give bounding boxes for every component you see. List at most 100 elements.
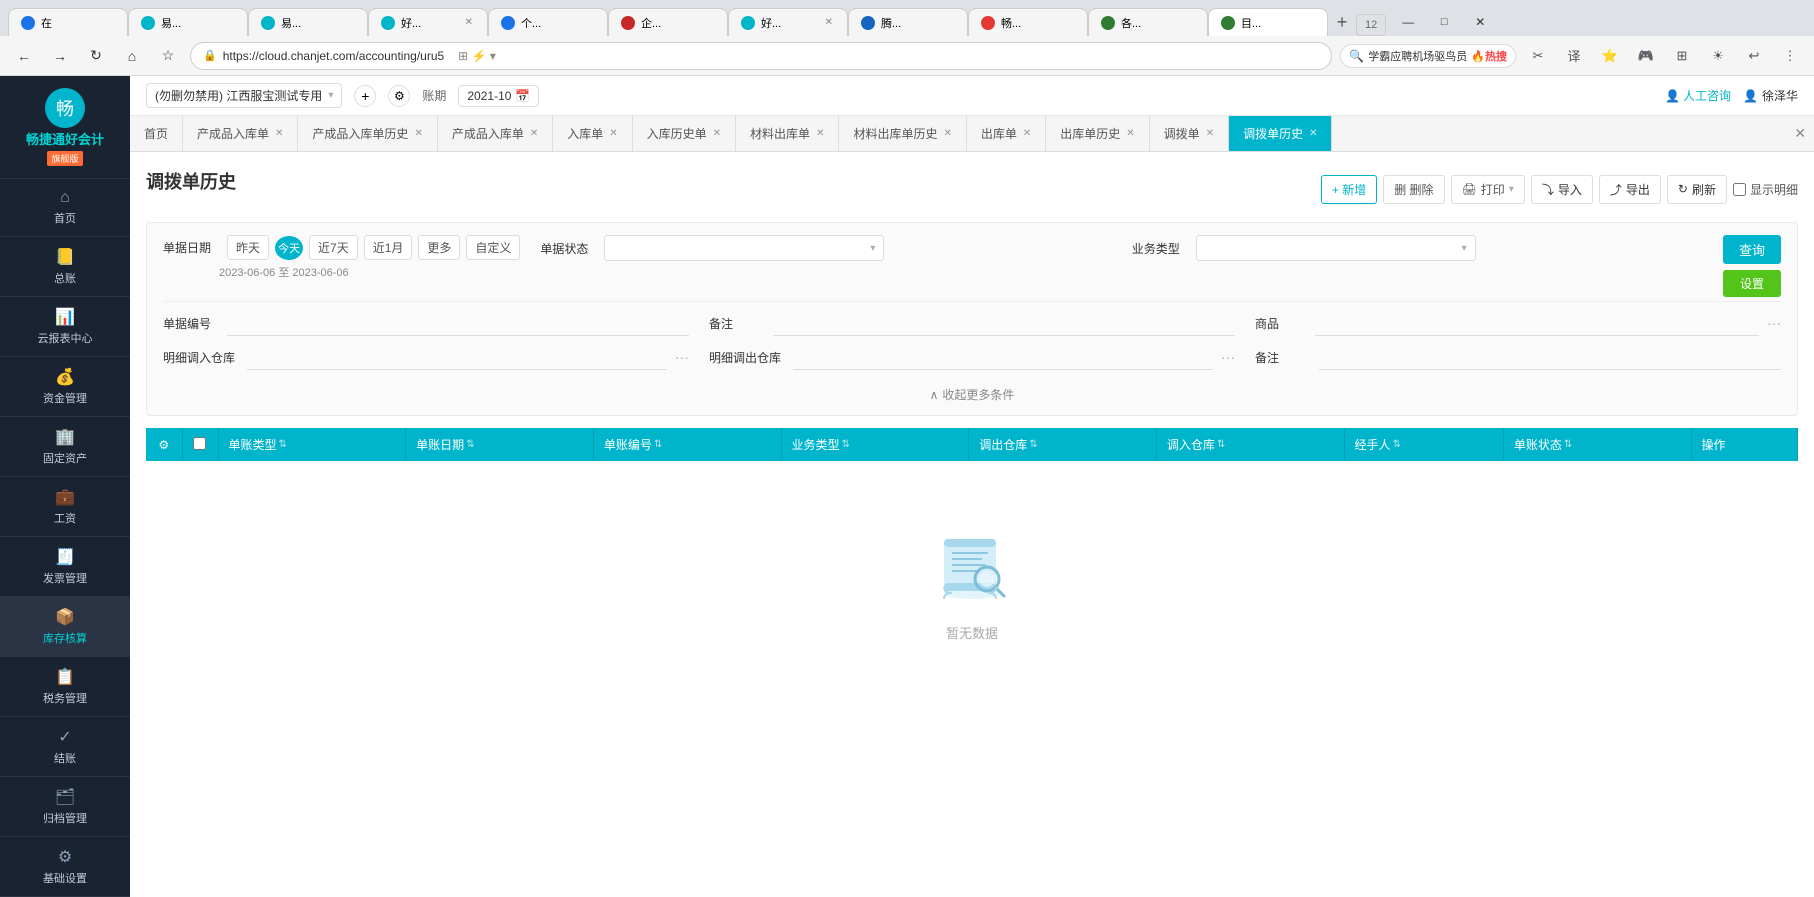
table-header-biz-type[interactable]: 业务类型 ⇅ xyxy=(781,428,969,461)
sidebar-item-salary[interactable]: 💼 工资 xyxy=(0,477,130,537)
app-tab-product-in2-close[interactable]: ✕ xyxy=(530,128,538,139)
back-button[interactable]: ← xyxy=(10,42,38,70)
sidebar-item-home[interactable]: ⌂ 首页 xyxy=(0,179,130,237)
app-tab-product-in-history[interactable]: 产成品入库单历史 ✕ xyxy=(298,116,437,152)
maximize-button[interactable]: □ xyxy=(1430,8,1458,36)
sidebar-item-fixed-assets[interactable]: 🏢 固定资产 xyxy=(0,417,130,477)
table-header-doc-type[interactable]: 单账类型 ⇅ xyxy=(218,428,406,461)
browser-tab-2[interactable]: 易... xyxy=(128,8,248,36)
settings-gear-button[interactable]: ⚙ xyxy=(388,85,410,107)
export-button[interactable]: ⤴ 导出 xyxy=(1599,175,1661,204)
help-button[interactable]: 👤 人工咨询 xyxy=(1665,87,1731,104)
browser-tab-3[interactable]: 易... xyxy=(248,8,368,36)
app-tab-transfer[interactable]: 调拨单 ✕ xyxy=(1150,116,1229,152)
browser-tab-9[interactable]: 畅... xyxy=(968,8,1088,36)
date-btn-more[interactable]: 更多 xyxy=(418,235,460,260)
app-tab-material-out-close[interactable]: ✕ xyxy=(816,128,824,139)
import-button[interactable]: ⤵ 导入 xyxy=(1531,175,1593,204)
biz-type-select[interactable]: ▾ xyxy=(1196,235,1476,261)
app-tab-material-out[interactable]: 材料出库单 ✕ xyxy=(736,116,839,152)
sidebar-item-ledger[interactable]: 📒 总账 xyxy=(0,237,130,297)
table-header-out-warehouse[interactable]: 调出仓库 ⇅ xyxy=(969,428,1157,461)
display-toggle-label[interactable]: 显示明细 xyxy=(1733,181,1798,198)
app-tab-stock-in[interactable]: 入库单 ✕ xyxy=(553,116,632,152)
detail-in-input[interactable] xyxy=(247,344,667,370)
app-tab-material-out-history[interactable]: 材料出库单历史 ✕ xyxy=(839,116,966,152)
date-btn-1month[interactable]: 近1月 xyxy=(364,235,413,260)
docno-input[interactable] xyxy=(227,310,689,336)
tab-close-7[interactable]: ✕ xyxy=(823,15,835,30)
table-header-checkbox[interactable] xyxy=(182,428,218,461)
browser-tab-1[interactable]: 在 xyxy=(8,8,128,36)
sidebar-item-archive[interactable]: 🗂 归档管理 xyxy=(0,777,130,837)
sidebar-item-invoice[interactable]: 🧾 发票管理 xyxy=(0,537,130,597)
display-toggle-checkbox[interactable] xyxy=(1733,183,1746,196)
browser-tab-4[interactable]: 好... ✕ xyxy=(368,8,488,36)
app-tab-transfer-history-close[interactable]: ✕ xyxy=(1309,128,1317,139)
close-window-button[interactable]: ✕ xyxy=(1466,8,1494,36)
browser-tab-11[interactable]: 目... xyxy=(1208,8,1328,36)
app-tab-stock-out[interactable]: 出库单 ✕ xyxy=(967,116,1046,152)
star-icon-btn[interactable]: ⭐ xyxy=(1596,42,1624,70)
app-tab-stock-out-history-close[interactable]: ✕ xyxy=(1126,128,1134,139)
app-tab-product-in-close[interactable]: ✕ xyxy=(275,128,283,139)
app-tab-transfer-close[interactable]: ✕ xyxy=(1206,128,1214,139)
app-tab-stock-in-history-close[interactable]: ✕ xyxy=(713,128,721,139)
date-btn-yesterday[interactable]: 昨天 xyxy=(227,235,269,260)
tab-close-4[interactable]: ✕ xyxy=(463,15,475,30)
table-header-handler[interactable]: 经手人 ⇅ xyxy=(1344,428,1503,461)
sidebar-item-inventory[interactable]: 📦 库存核算 xyxy=(0,597,130,657)
sidebar-item-tax[interactable]: 📋 税务管理 xyxy=(0,657,130,717)
more-icon-btn[interactable]: ⋮ xyxy=(1776,42,1804,70)
app-tab-product-in-history-close[interactable]: ✕ xyxy=(414,128,422,139)
browser-tab-10[interactable]: 各... xyxy=(1088,8,1208,36)
brightness-icon-btn[interactable]: ☀ xyxy=(1704,42,1732,70)
grid-icon-btn[interactable]: ⊞ xyxy=(1668,42,1696,70)
new-tab-button[interactable]: + xyxy=(1328,8,1356,36)
search-bar[interactable]: 🔍 学霸应聘机场驱鸟员 🔥热搜 xyxy=(1340,44,1516,68)
table-header-gear[interactable]: ⚙ xyxy=(146,428,182,461)
app-tab-home[interactable]: 首页 xyxy=(130,116,183,152)
period-selector[interactable]: 2021-10 📅 xyxy=(458,85,539,107)
table-header-in-warehouse[interactable]: 调入仓库 ⇅ xyxy=(1156,428,1344,461)
app-tab-stock-out-close[interactable]: ✕ xyxy=(1023,128,1031,139)
sidebar-item-reports[interactable]: 📊 云报表中心 xyxy=(0,297,130,357)
history-icon-btn[interactable]: ↩ xyxy=(1740,42,1768,70)
translate-icon-btn[interactable]: 译 xyxy=(1560,42,1588,70)
date-btn-today[interactable]: 今天 xyxy=(275,236,303,260)
select-all-checkbox[interactable] xyxy=(193,437,206,450)
browser-tab-6[interactable]: 企... xyxy=(608,8,728,36)
refresh-button[interactable]: ↻ 刷新 xyxy=(1667,175,1727,204)
home-button[interactable]: ⌂ xyxy=(118,42,146,70)
game-icon-btn[interactable]: 🎮 xyxy=(1632,42,1660,70)
forward-button[interactable]: → xyxy=(46,42,74,70)
table-header-doc-status[interactable]: 单账状态 ⇅ xyxy=(1503,428,1691,461)
goods-input[interactable] xyxy=(1315,310,1759,336)
sidebar-item-settle[interactable]: ✓ 结账 xyxy=(0,717,130,777)
remark-input[interactable] xyxy=(773,310,1235,336)
browser-tab-8[interactable]: 腾... xyxy=(848,8,968,36)
date-btn-custom[interactable]: 自定义 xyxy=(466,235,520,260)
bookmark-button[interactable]: ☆ xyxy=(154,42,182,70)
date-btn-7days[interactable]: 近7天 xyxy=(309,235,358,260)
backup-remark-input[interactable] xyxy=(1319,344,1781,370)
filter-settings-button[interactable]: 设置 xyxy=(1723,270,1781,297)
table-header-doc-no[interactable]: 单账编号 ⇅ xyxy=(593,428,781,461)
delete-button[interactable]: 删 删除 xyxy=(1383,175,1444,204)
sidebar-item-funds[interactable]: 💰 资金管理 xyxy=(0,357,130,417)
goods-ellipsis-btn[interactable]: ··· xyxy=(1767,315,1781,331)
collapse-button[interactable]: ∧ 收起更多条件 xyxy=(930,386,1015,403)
scissors-icon-btn[interactable]: ✂ xyxy=(1524,42,1552,70)
print-button[interactable]: 🖨 打印 ▾ xyxy=(1451,175,1525,204)
app-tab-stock-in-history[interactable]: 入库历史单 ✕ xyxy=(633,116,736,152)
status-select[interactable]: ▾ xyxy=(604,235,884,261)
app-tab-product-in[interactable]: 产成品入库单 ✕ xyxy=(183,116,298,152)
tab-count-badge[interactable]: 12 xyxy=(1356,14,1386,36)
app-tab-stock-in-close[interactable]: ✕ xyxy=(609,128,617,139)
tab-bar-close-btn[interactable]: ✕ xyxy=(1794,125,1806,142)
company-selector[interactable]: (勿删勿禁用) 江西服宝测试专用 ▾ xyxy=(146,83,342,108)
app-tab-product-in2[interactable]: 产成品入库单 ✕ xyxy=(438,116,553,152)
user-info[interactable]: 👤 徐泽华 xyxy=(1743,87,1798,104)
address-bar[interactable]: 🔒 https://cloud.chanjet.com/accounting/u… xyxy=(190,42,1332,70)
browser-tab-7[interactable]: 好... ✕ xyxy=(728,8,848,36)
